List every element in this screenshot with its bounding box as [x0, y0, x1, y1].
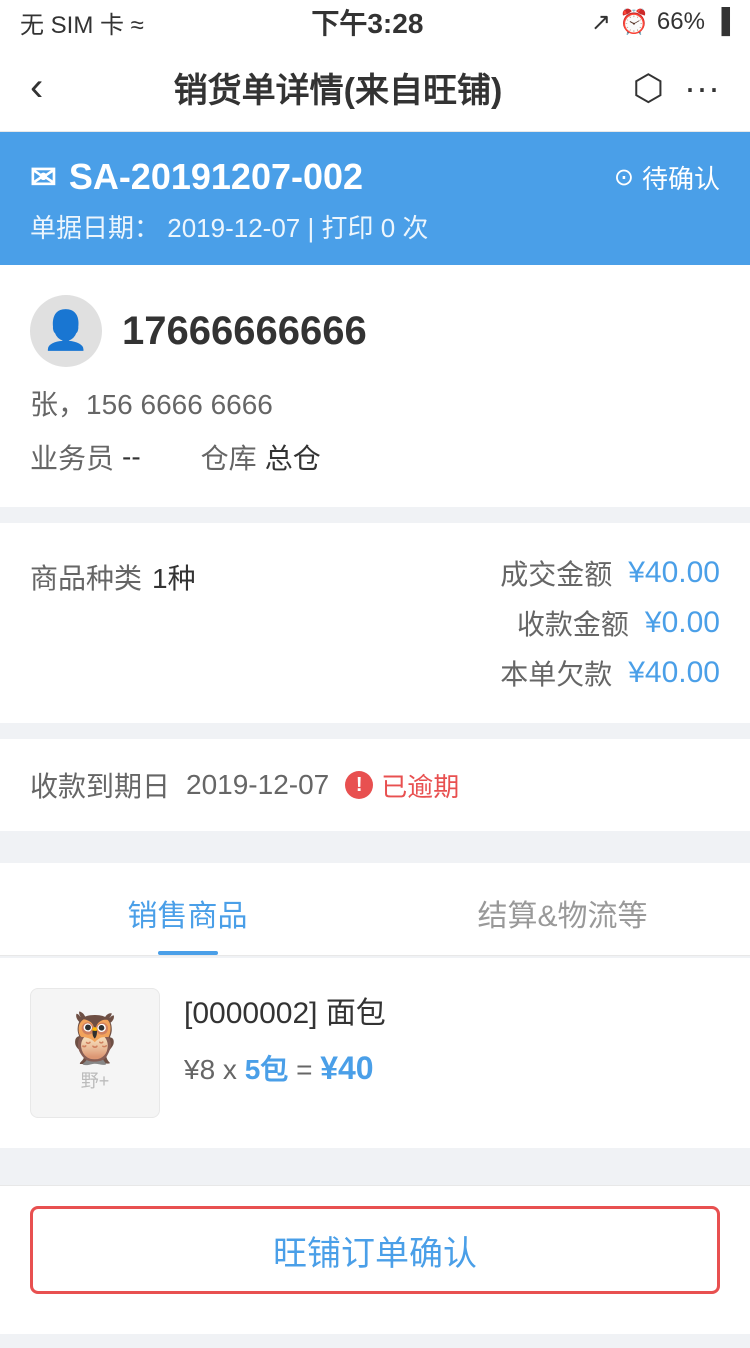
amount-row-2: 本单欠款 ¥40.00	[500, 653, 720, 693]
due-date-label: 收款到期日	[30, 765, 170, 805]
product-type-label: 商品种类	[30, 557, 142, 597]
due-date-value: 2019-12-07	[186, 769, 329, 801]
battery-text: 66%	[657, 8, 705, 36]
product-thumb-owl: 🦉	[64, 1013, 126, 1063]
amount-value-1: ¥0.00	[645, 606, 720, 640]
product-card: 🦉 野+ [0000002] 面包 ¥8 x 5包 = ¥40	[0, 958, 750, 1148]
amount-value-0: ¥40.00	[628, 556, 720, 590]
share-button[interactable]: ⬡	[633, 67, 664, 109]
salesperson-item: 业务员 --	[30, 437, 141, 477]
amount-row-0: 成交金额 ¥40.00	[500, 553, 720, 593]
amount-label-1: 收款金额	[517, 603, 629, 643]
price-equals: =	[296, 1054, 320, 1085]
status-bar: 无 SIM 卡 ≈ 下午3:28 ↗ ⏰ 66% ▐	[0, 0, 750, 44]
overdue-icon: !	[345, 771, 373, 799]
avatar-icon: 👤	[42, 309, 89, 353]
salesperson-label: 业务员	[30, 437, 114, 477]
customer-meta: 业务员 -- 仓库 总仓	[30, 437, 720, 477]
status-time: 下午3:28	[311, 2, 423, 42]
tab-sales-label: 销售商品	[128, 900, 248, 933]
tab-settlement-label: 结算&物流等	[477, 900, 647, 933]
overdue-badge: ! 已逾期	[345, 767, 459, 804]
due-date-card: 收款到期日 2019-12-07 ! 已逾期	[0, 739, 750, 831]
status-right: ↗ ⏰ 66% ▐	[591, 8, 730, 37]
amount-label-0: 成交金额	[500, 553, 612, 593]
nav-bar: ‹ 销货单详情(来自旺铺) ⬡ ···	[0, 44, 750, 132]
warehouse-label: 仓库	[201, 437, 257, 477]
amount-label-2: 本单欠款	[500, 653, 612, 693]
tabs-bar: 销售商品 结算&物流等	[0, 863, 750, 956]
price-total: ¥40	[320, 1050, 373, 1086]
salesperson-value: --	[122, 441, 141, 473]
status-left: 无 SIM 卡 ≈	[20, 5, 144, 40]
location-icon: ↗	[591, 8, 611, 37]
more-button[interactable]: ···	[684, 67, 720, 109]
customer-info-card: 👤 17666666666 张，156 6666 6666 业务员 -- 仓库 …	[0, 265, 750, 507]
back-button[interactable]: ‹	[30, 65, 43, 110]
amount-row-1: 收款金额 ¥0.00	[517, 603, 720, 643]
overdue-text: 已逾期	[381, 767, 459, 804]
amounts-area: 成交金额 ¥40.00 收款金额 ¥0.00 本单欠款 ¥40.00	[500, 553, 720, 693]
product-name: [0000002] 面包	[184, 988, 720, 1032]
product-thumb-inner: 🦉 野+	[64, 1013, 126, 1093]
order-number: ✉ SA-20191207-002	[30, 156, 363, 198]
clock-icon: ⊙	[614, 163, 634, 192]
tab-sales-products[interactable]: 销售商品	[0, 863, 375, 955]
customer-phone: 17666666666	[122, 309, 367, 354]
alarm-icon: ⏰	[619, 8, 649, 37]
page-title: 销货单详情(来自旺铺)	[174, 63, 503, 112]
order-header-card: ✉ SA-20191207-002 ⊙ 待确认 单据日期： 2019-12-07…	[0, 132, 750, 265]
warehouse-item: 仓库 总仓	[201, 437, 321, 477]
summary-card: 商品种类 1种 成交金额 ¥40.00 收款金额 ¥0.00 本单欠款 ¥40.…	[0, 523, 750, 723]
price-quantity: 5包	[245, 1054, 289, 1085]
amount-value-2: ¥40.00	[628, 656, 720, 690]
bottom-action-area: 旺铺订单确认	[0, 1185, 750, 1334]
section-divider	[0, 847, 750, 863]
customer-detail: 张，156 6666 6666	[30, 383, 720, 423]
product-price: ¥8 x 5包 = ¥40	[184, 1048, 720, 1088]
avatar: 👤	[30, 295, 102, 367]
battery-icon: ▐	[713, 8, 730, 36]
product-type-value: 1种	[152, 557, 196, 597]
order-icon: ✉	[30, 158, 57, 196]
price-base: ¥8 x	[184, 1054, 245, 1085]
confirm-order-button[interactable]: 旺铺订单确认	[30, 1206, 720, 1294]
order-status-text: 待确认	[642, 159, 720, 196]
order-status-badge: ⊙ 待确认	[614, 159, 720, 196]
nav-actions: ⬡ ···	[633, 67, 720, 109]
product-thumbnail: 🦉 野+	[30, 988, 160, 1118]
order-date-info: 单据日期： 2019-12-07 | 打印 0 次	[30, 208, 720, 245]
product-info: [0000002] 面包 ¥8 x 5包 = ¥40	[184, 988, 720, 1088]
warehouse-value: 总仓	[265, 437, 321, 477]
tab-settlement-logistics[interactable]: 结算&物流等	[375, 863, 750, 955]
product-type-area: 商品种类 1种	[30, 553, 196, 597]
order-number-text: SA-20191207-002	[69, 156, 363, 198]
product-thumb-label: 野+	[64, 1067, 126, 1093]
sim-text: 无 SIM 卡 ≈	[20, 5, 144, 40]
